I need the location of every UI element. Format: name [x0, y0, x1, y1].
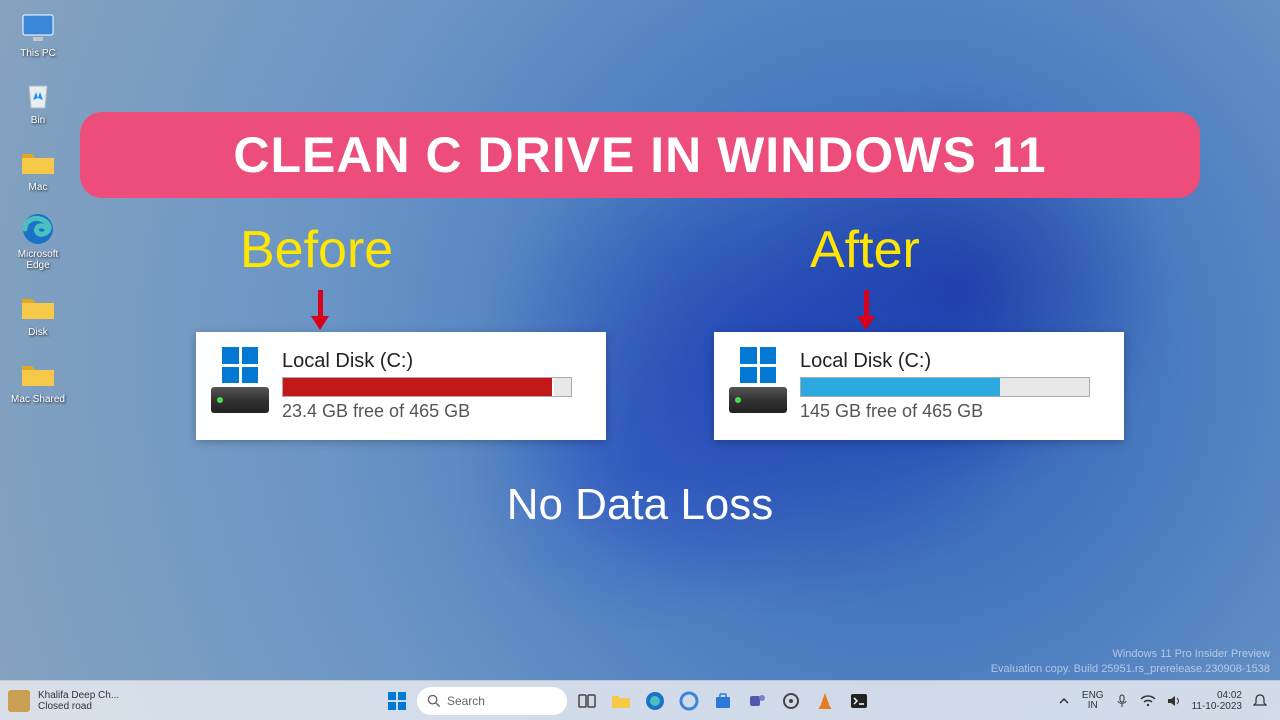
desktop-icon-label: Disk	[28, 327, 47, 338]
taskbar-center: Search	[200, 687, 1056, 715]
desktop-icon-this-pc[interactable]: This PC	[8, 10, 68, 59]
watermark-line: Evaluation copy. Build 25951.rs_prerelea…	[991, 662, 1270, 676]
desktop-icon-folder-mac[interactable]: Mac	[8, 144, 68, 193]
now-playing-thumb-icon	[8, 690, 30, 712]
desktop-icons-column: This PC Bin Mac Microsoft Edge Disk Mac …	[8, 10, 68, 405]
microphone-icon[interactable]	[1114, 693, 1130, 709]
hdd-icon	[211, 387, 269, 413]
task-view-button[interactable]	[573, 687, 601, 715]
desktop-icon-label: Mac	[29, 182, 48, 193]
start-button[interactable]	[383, 687, 411, 715]
taskbar-app-store[interactable]	[709, 687, 737, 715]
taskbar-app-terminal[interactable]	[845, 687, 873, 715]
taskbar-app-edge[interactable]	[641, 687, 669, 715]
watermark-line: Windows 11 Pro Insider Preview	[991, 647, 1270, 661]
taskbar-app-vlc[interactable]	[811, 687, 839, 715]
desktop-icon-folder-shared[interactable]: Mac Shared	[8, 356, 68, 405]
language-indicator[interactable]: ENG IN	[1082, 691, 1104, 711]
thumbnail-title-text: CLEAN C DRIVE IN WINDOWS 11	[233, 127, 1046, 183]
arrow-down-icon	[312, 290, 328, 330]
windows-logo-icon	[222, 347, 258, 383]
edge-icon	[20, 211, 56, 247]
drive-os-icon	[728, 347, 788, 425]
desktop-icon-folder-disk[interactable]: Disk	[8, 289, 68, 338]
desktop-icon-edge[interactable]: Microsoft Edge	[8, 211, 68, 271]
drive-tile-after: Local Disk (C:) 145 GB free of 465 GB	[714, 332, 1124, 440]
desktop-icon-label: Mac Shared	[11, 394, 65, 405]
lang-top: ENG	[1082, 691, 1104, 701]
drive-free-text: 23.4 GB free of 465 GB	[282, 401, 592, 422]
windows-logo-icon	[740, 347, 776, 383]
taskbar-app-explorer[interactable]	[607, 687, 635, 715]
taskbar-tray: ENG IN 04:02 11-10-2023	[1056, 690, 1280, 712]
drive-usage-bar	[282, 377, 572, 397]
taskbar-clock[interactable]: 04:02 11-10-2023	[1192, 690, 1242, 712]
drive-usage-bar	[800, 377, 1090, 397]
chevron-up-icon[interactable]	[1056, 693, 1072, 709]
recycle-bin-icon	[20, 77, 56, 113]
drive-name: Local Disk (C:)	[282, 350, 592, 373]
taskbar-now-playing[interactable]: Khalifa Deep Ch... Closed road	[0, 690, 200, 712]
now-playing-title: Khalifa Deep Ch...	[38, 690, 119, 701]
wifi-icon[interactable]	[1140, 693, 1156, 709]
search-icon	[427, 694, 441, 708]
drive-os-icon	[210, 347, 270, 425]
folder-icon	[20, 289, 56, 325]
hdd-icon	[729, 387, 787, 413]
arrow-down-icon	[858, 290, 874, 330]
search-placeholder: Search	[447, 694, 485, 708]
clock-date: 11-10-2023	[1192, 701, 1242, 712]
desktop-icon-label: This PC	[20, 48, 56, 59]
this-pc-icon	[20, 10, 56, 46]
clock-time: 04:02	[1192, 690, 1242, 701]
taskbar-app-copilot[interactable]	[675, 687, 703, 715]
notifications-icon[interactable]	[1252, 693, 1268, 709]
volume-icon[interactable]	[1166, 693, 1182, 709]
folder-icon	[20, 356, 56, 392]
thumbnail-title: CLEAN C DRIVE IN WINDOWS 11	[80, 112, 1200, 198]
desktop-icon-label: Microsoft Edge	[10, 249, 66, 271]
desktop-icon-label: Bin	[31, 115, 45, 126]
taskbar-app-settings[interactable]	[777, 687, 805, 715]
desktop-icon-recycle-bin[interactable]: Bin	[8, 77, 68, 126]
label-before: Before	[240, 220, 393, 280]
drive-tile-before: Local Disk (C:) 23.4 GB free of 465 GB	[196, 332, 606, 440]
lang-bottom: IN	[1082, 701, 1104, 711]
taskbar-app-teams[interactable]	[743, 687, 771, 715]
drive-name: Local Disk (C:)	[800, 350, 1110, 373]
folder-icon	[20, 144, 56, 180]
taskbar: Khalifa Deep Ch... Closed road Search EN…	[0, 680, 1280, 720]
taskbar-search[interactable]: Search	[417, 687, 567, 715]
windows-watermark: Windows 11 Pro Insider Preview Evaluatio…	[991, 647, 1270, 676]
now-playing-subtitle: Closed road	[38, 701, 119, 712]
thumbnail-subtitle: No Data Loss	[0, 480, 1280, 530]
label-after: After	[810, 220, 920, 280]
drive-free-text: 145 GB free of 465 GB	[800, 401, 1110, 422]
